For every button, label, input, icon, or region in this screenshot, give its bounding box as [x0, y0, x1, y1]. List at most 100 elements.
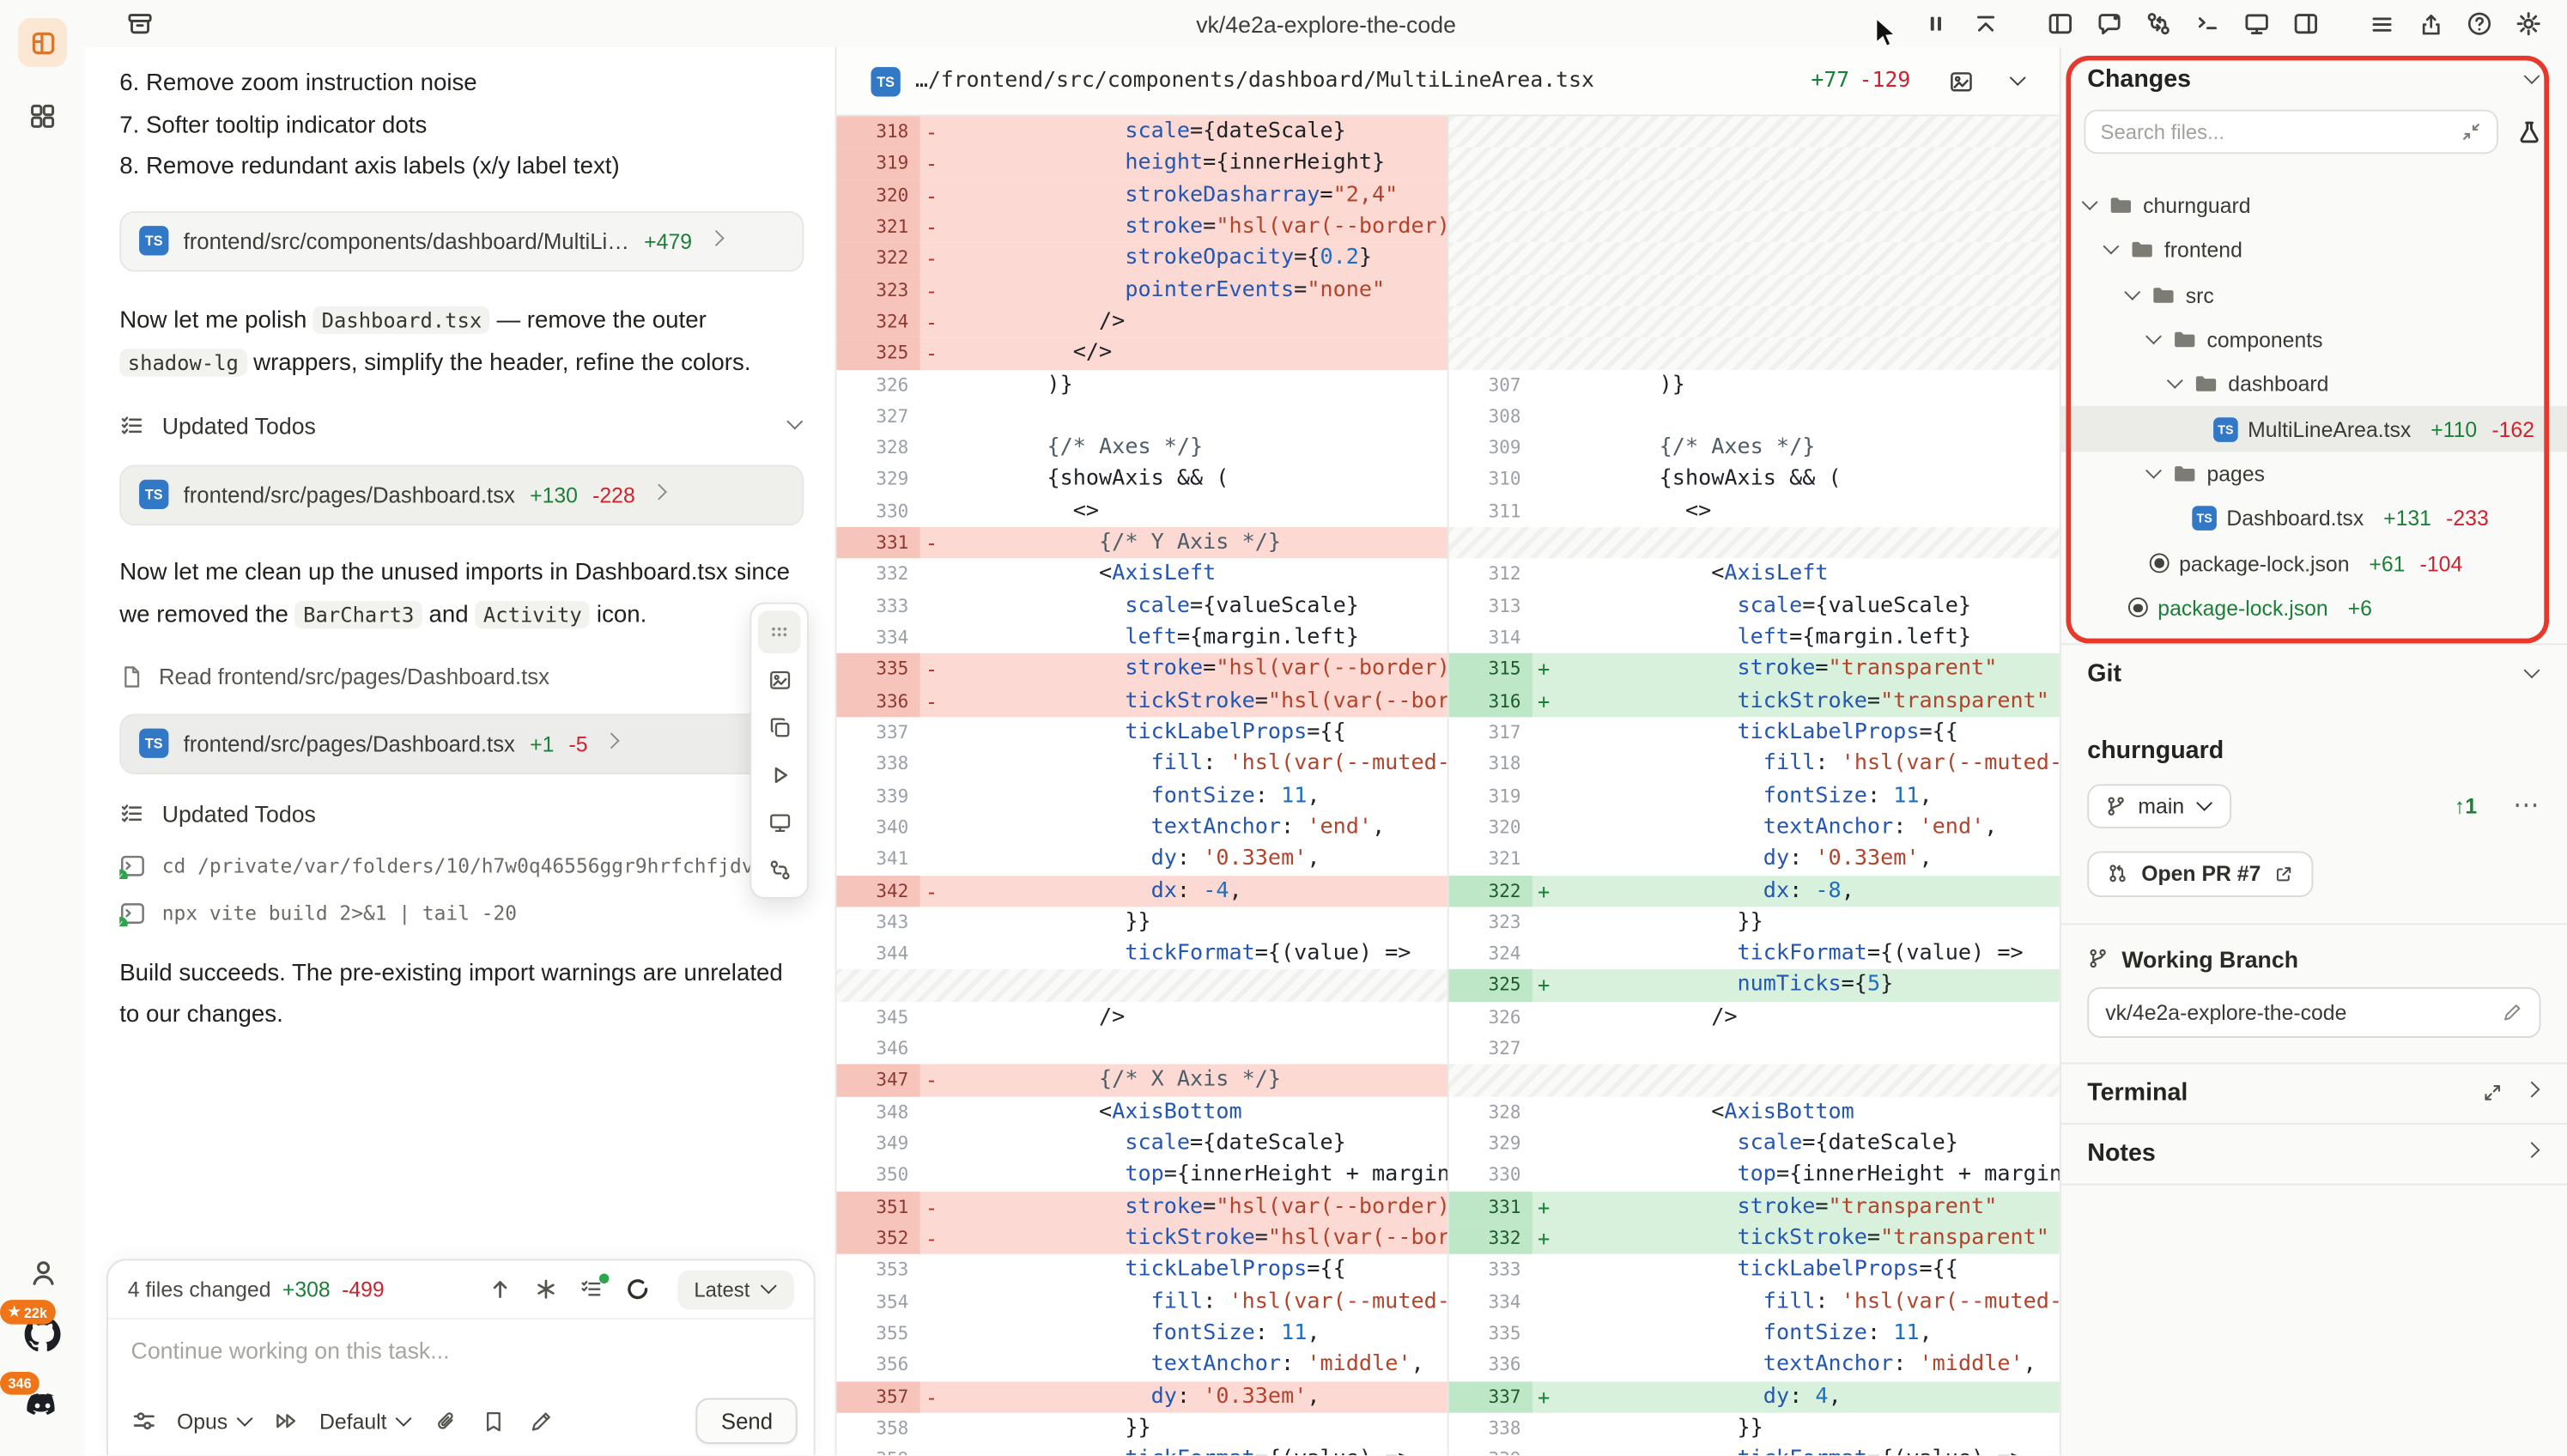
git-section-header[interactable]: Git [2061, 645, 2567, 704]
grid-icon[interactable] [27, 101, 57, 130]
git-compare-icon[interactable] [758, 848, 801, 891]
diff-line-old: 357- dy: '0.33em', [836, 1380, 1448, 1412]
bookmark-icon[interactable] [476, 1405, 509, 1438]
working-branch-input[interactable]: vk/4e2a-explore-the-code [2087, 987, 2540, 1038]
pause-icon[interactable] [1917, 5, 1955, 43]
fast-forward-icon[interactable] [270, 1405, 303, 1438]
diff-row: 352- tickStroke="hsl(var(--border))"332+… [836, 1222, 2059, 1254]
diff-line-new: 313 scale={valueScale} [1449, 591, 2060, 622]
copy-icon[interactable] [758, 706, 801, 749]
tree-folder-frontend[interactable]: frontend [2061, 228, 2567, 273]
notes-section-header[interactable]: Notes [2061, 1125, 2567, 1184]
terminal-title: Terminal [2087, 1080, 2188, 1107]
tree-folder-src[interactable]: src [2061, 273, 2567, 318]
diff-row: 338 fill: 'hsl(var(--muted-foreground))'… [836, 749, 2059, 780]
todo-list-icon[interactable] [580, 1277, 604, 1302]
terminal-section-header[interactable]: Terminal [2061, 1064, 2567, 1123]
open-pr-button[interactable]: Open PR #7 [2087, 852, 2313, 897]
tree-file-package-lock.json[interactable]: package-lock.json+6 [2061, 585, 2567, 630]
drag-handle-icon[interactable] [758, 610, 801, 653]
share-icon[interactable] [2412, 5, 2449, 43]
read-file-row[interactable]: Read frontend/src/pages/Dashboard.tsx [119, 664, 804, 689]
expand-icon[interactable] [2482, 1083, 2503, 1104]
terminal-icon[interactable] [2189, 5, 2227, 43]
monitor-icon[interactable] [758, 800, 801, 843]
updated-todos-row[interactable]: Updated Todos [119, 800, 804, 827]
changes-section-header[interactable]: Changes [2061, 47, 2567, 109]
diff-line-old [836, 970, 1448, 1002]
folder-icon [2172, 327, 2197, 352]
inline-code: BarChart3 [295, 600, 422, 628]
diff-line-new: 324 tickFormat={(value) => [1449, 938, 2060, 970]
arrow-up-icon[interactable] [488, 1277, 513, 1302]
message-input[interactable] [108, 1320, 814, 1399]
updated-todos-row[interactable]: Updated Todos [119, 412, 804, 439]
pencil-icon[interactable] [2502, 1002, 2523, 1023]
chevron-down-icon [396, 1410, 412, 1427]
chevron-down-icon [2124, 283, 2140, 300]
more-options-icon[interactable]: ⋯ [2513, 790, 2540, 822]
diff-line-old: 355 fontSize: 11, [836, 1318, 1448, 1350]
mode-selector[interactable]: Default [318, 1410, 415, 1435]
diff-row: 322- strokeOpacity={0.2} [836, 243, 2059, 275]
workspace-button[interactable] [18, 18, 67, 67]
diff-row: 318- scale={dateScale} [836, 116, 2059, 148]
search-input[interactable]: Search files... [2084, 110, 2497, 154]
tree-file-dashboard.tsx[interactable]: TSDashboard.tsx+131-233 [2061, 496, 2567, 541]
asterisk-icon[interactable] [534, 1277, 559, 1302]
collapse-all-icon[interactable] [2461, 121, 2482, 143]
tree-item-label: pages [2206, 462, 2265, 487]
panel-left-icon[interactable] [2042, 5, 2079, 43]
branch-selector[interactable]: main [2087, 784, 2231, 828]
beaker-icon[interactable] [2513, 115, 2546, 148]
changes-summary-bar[interactable]: 4 files changed +308 -499 Latest [108, 1261, 814, 1320]
chat-bubble-icon[interactable] [2091, 5, 2128, 43]
total-added: +308 [282, 1277, 331, 1302]
send-button[interactable]: Send [696, 1398, 797, 1444]
settings-gear-icon[interactable] [2509, 5, 2547, 43]
diff-body[interactable]: 318- scale={dateScale}319- height={inner… [836, 116, 2059, 1456]
git-compare-icon[interactable] [2139, 5, 2177, 43]
play-icon[interactable] [758, 753, 801, 796]
tree-folder-dashboard[interactable]: dashboard [2061, 362, 2567, 407]
file-change-card-multilinearea[interactable]: TS frontend/src/components/dashboard/Mul… [119, 210, 804, 271]
terminal-command-row[interactable]: ✓ npx vite build 2>&1 | tail -20 [119, 900, 804, 926]
settings-sliders-icon[interactable] [128, 1405, 161, 1438]
spinner-icon[interactable] [625, 1277, 650, 1302]
pen-icon[interactable] [525, 1405, 557, 1438]
menu-icon[interactable] [2363, 5, 2400, 43]
tree-folder-components[interactable]: components [2061, 318, 2567, 362]
collapse-up-icon[interactable] [1966, 5, 2004, 43]
collapse-diff-icon[interactable] [1999, 62, 2036, 100]
todos-label: Updated Todos [162, 412, 316, 439]
diff-line-new: 318 fill: 'hsl(var(--muted-foreground))'… [1449, 749, 2060, 780]
terminal-command-row[interactable]: ✓ cd /private/var/folders/10/h7w0q46556g… [119, 852, 804, 879]
display-icon[interactable] [2238, 5, 2276, 43]
inbox-icon[interactable] [121, 5, 159, 43]
tree-file-multilinearea.tsx[interactable]: TSMultiLineArea.tsx+110-162 [2061, 407, 2567, 452]
tree-file-package-lock.json[interactable]: package-lock.json+61-104 [2061, 541, 2567, 585]
help-icon[interactable] [2461, 5, 2498, 43]
diff-line-new: 310 {showAxis && ( [1449, 464, 2060, 495]
diff-line-old: 332 <AxisLeft [836, 559, 1448, 591]
folder-icon [2172, 462, 2197, 487]
chat-transcript[interactable]: 6. Remove zoom instruction noise 7. Soft… [85, 47, 834, 1253]
chevron-right-icon [651, 483, 667, 500]
image-diff-icon[interactable] [1942, 62, 1980, 100]
screenshot-icon[interactable] [758, 658, 801, 701]
terminal-command-icon: ✓ [119, 900, 146, 926]
diff-row: 333 scale={valueScale}313 scale={valueSc… [836, 591, 2059, 622]
file-change-card-dashboard-2[interactable]: TS frontend/src/pages/Dashboard.tsx +1 -… [119, 713, 804, 774]
tree-folder-pages[interactable]: pages [2061, 452, 2567, 496]
version-selector[interactable]: Latest [677, 1271, 794, 1310]
account-icon[interactable] [27, 1258, 58, 1289]
attachment-icon[interactable] [429, 1405, 462, 1438]
diff-row: 320- strokeDasharray="2,4" [836, 179, 2059, 211]
tree-folder-churnguard[interactable]: churnguard [2061, 184, 2567, 228]
tree-item-label: churnguard [2143, 193, 2250, 218]
file-change-card-dashboard[interactable]: TS frontend/src/pages/Dashboard.tsx +130… [119, 464, 804, 525]
diff-row: 335- stroke="hsl(var(--border))"315+ str… [836, 653, 2059, 685]
panel-right-icon[interactable] [2287, 5, 2325, 43]
model-selector[interactable]: Opus [175, 1410, 256, 1435]
diff-row: 332 <AxisLeft312 <AxisLeft [836, 559, 2059, 591]
